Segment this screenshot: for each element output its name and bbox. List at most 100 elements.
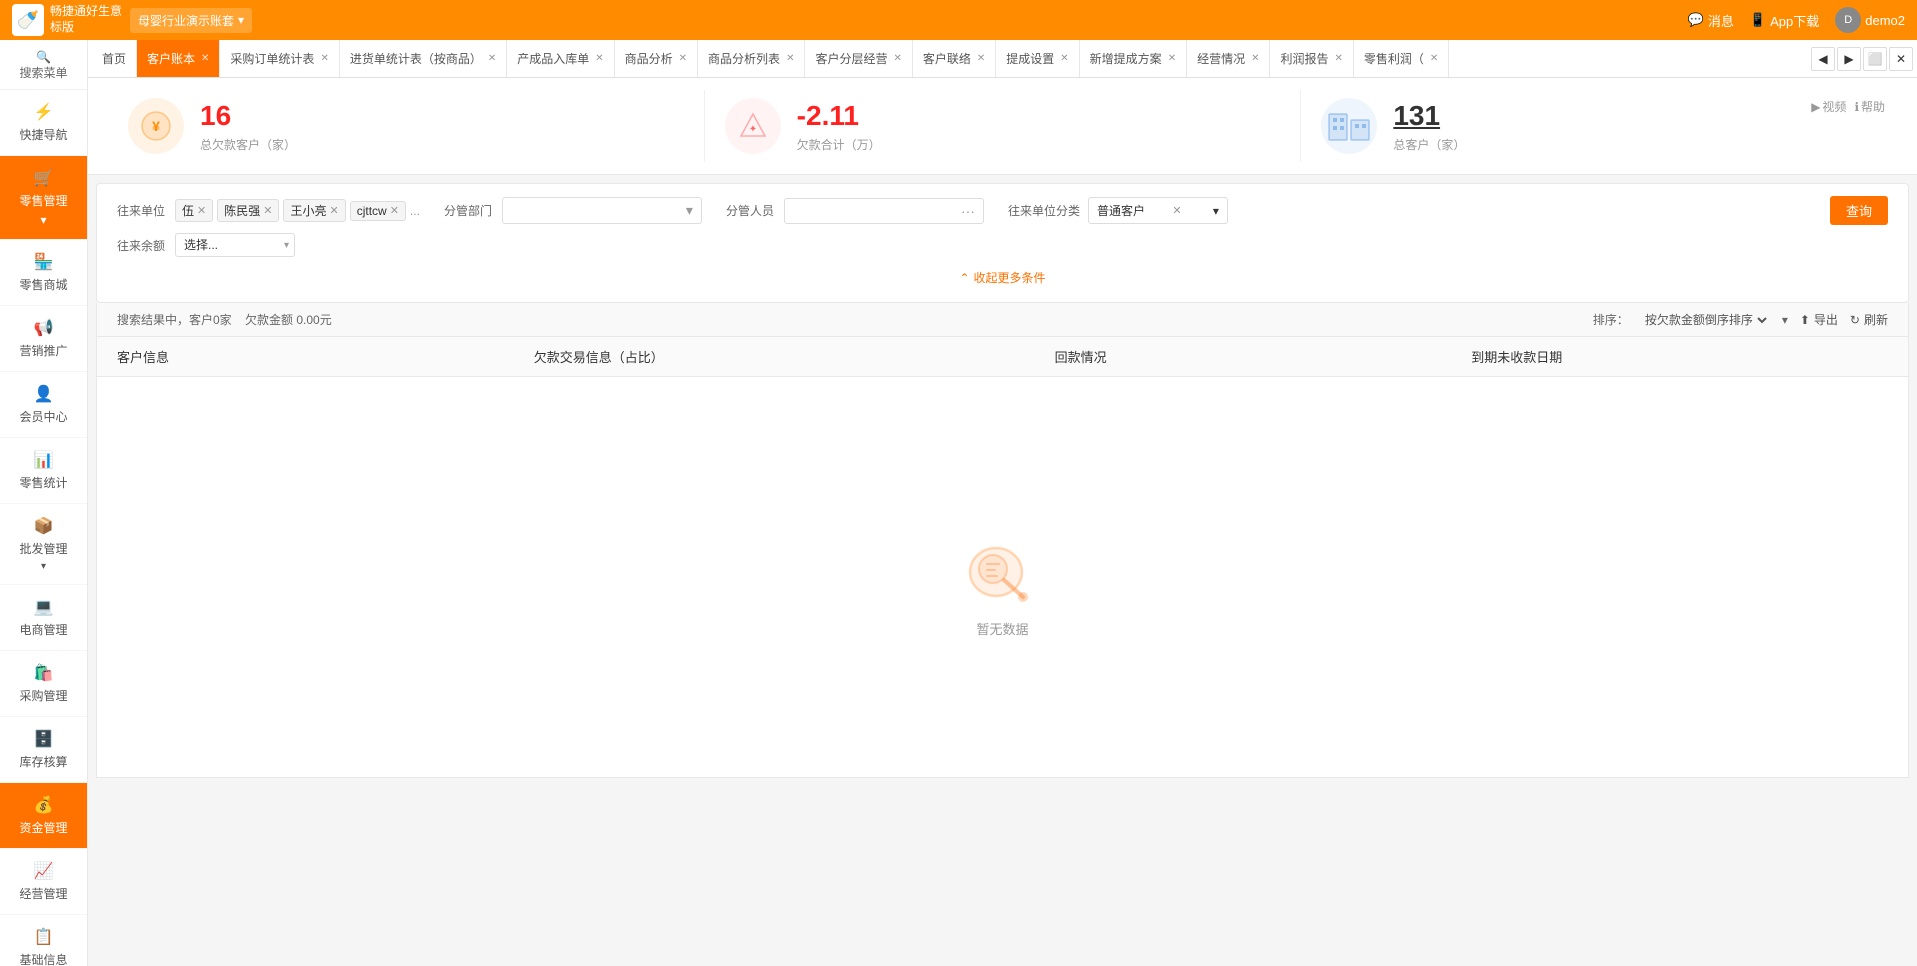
top-bar: 🍼 畅捷通好生意 标版 母婴行业演示账套 ▾ 💬 消息 📱 App下载 D de… — [0, 0, 1917, 40]
table-container: 客户信息 欠款交易信息（占比） 回款情况 到期未收款日期 — [96, 337, 1909, 778]
help-icon: ℹ — [1854, 100, 1859, 114]
table-body: 暂无数据 — [97, 377, 1908, 777]
dept-input[interactable]: ▾ — [502, 197, 702, 224]
sidebar-item-basic-info[interactable]: 📋 基础信息 — [0, 915, 87, 966]
stat-overdue-customers: ¥ 16 总欠款客户（家） — [108, 90, 705, 162]
unit-class-dropdown[interactable]: ▾ — [1213, 204, 1219, 218]
stats-row: ¥ 16 总欠款客户（家） ✦ — [88, 78, 1917, 175]
sidebar-item-purchase[interactable]: 🛍️ 采购管理 — [0, 651, 87, 717]
close-icon[interactable]: ✕ — [1430, 53, 1438, 64]
logo-icon: 🍼 — [12, 4, 44, 36]
close-icon[interactable]: ✕ — [488, 53, 496, 64]
search-icon: 🔍 — [36, 50, 51, 64]
person-dots[interactable]: ··· — [961, 203, 975, 219]
sidebar-item-member-center[interactable]: 👤 会员中心 — [0, 372, 87, 438]
close-icon[interactable]: ✕ — [201, 53, 209, 64]
tab-product-analysis-list[interactable]: 商品分析列表 ✕ — [698, 40, 805, 78]
collapse-button[interactable]: ⌃ 收起更多条件 — [955, 265, 1049, 290]
person-label: 分管人员 — [726, 202, 776, 219]
collapse-icon: ⌃ — [959, 271, 969, 285]
unit-tag-close-2[interactable]: ✕ — [329, 204, 338, 217]
sidebar-item-retail-mall[interactable]: 🏪 零售商城 — [0, 240, 87, 306]
marketing-icon: 📢 — [34, 318, 54, 338]
th-due-date: 到期未收款日期 — [1471, 347, 1888, 366]
sidebar-item-operations[interactable]: 📈 经营管理 — [0, 849, 87, 915]
close-icon[interactable]: ✕ — [1060, 53, 1068, 64]
unit-class-input[interactable]: 普通客户 ✕ ▾ — [1088, 197, 1228, 224]
sidebar-item-retail-stats[interactable]: 📊 零售统计 — [0, 438, 87, 504]
tab-next-button[interactable]: ▶ — [1837, 47, 1861, 71]
stat-overdue-amount: ✦ -2.11 欠款合计（万） — [705, 90, 1302, 162]
sidebar-search[interactable]: 🔍 搜索菜单 — [0, 40, 87, 90]
unit-tag-close-3[interactable]: ✕ — [390, 204, 399, 217]
unit-more-button[interactable]: ... — [410, 204, 420, 218]
sort-select[interactable]: 按欠款金额倒序排序 — [1641, 312, 1770, 328]
tab-prev-button[interactable]: ◀ — [1811, 47, 1835, 71]
stats-icon: 📊 — [34, 450, 54, 470]
close-icon[interactable]: ✕ — [977, 53, 985, 64]
close-icon[interactable]: ✕ — [595, 53, 603, 64]
refresh-icon: ↻ — [1850, 313, 1860, 327]
unit-tag-close-1[interactable]: ✕ — [263, 204, 272, 217]
sidebar-item-marketing[interactable]: 📢 营销推广 — [0, 306, 87, 372]
dept-dots[interactable]: ▾ — [686, 202, 693, 219]
balance-select[interactable]: 选择... — [175, 233, 295, 257]
unit-tag-0: 伍 ✕ — [175, 199, 213, 222]
tab-close-all-button[interactable]: ✕ — [1889, 47, 1913, 71]
video-button[interactable]: ▶ 视频 — [1811, 98, 1846, 115]
help-button[interactable]: ℹ 帮助 — [1854, 98, 1885, 115]
unit-class-tag-close[interactable]: ✕ — [1172, 204, 1181, 217]
tab-profit-report[interactable]: 利润报告 ✕ — [1270, 40, 1353, 78]
sidebar-item-ecommerce[interactable]: 💻 电商管理 — [0, 585, 87, 651]
filter-row-balance: 往来余额 选择... — [117, 233, 1888, 257]
refresh-button[interactable]: ↻ 刷新 — [1850, 311, 1888, 328]
tab-product-inbound[interactable]: 产成品入库单 ✕ — [507, 40, 614, 78]
tab-inbound-stats[interactable]: 进货单统计表（按商品） ✕ — [340, 40, 507, 78]
close-icon[interactable]: ✕ — [1335, 53, 1343, 64]
sidebar-item-retail-mgmt[interactable]: 🛒 零售管理 ▾ — [0, 156, 87, 240]
export-button[interactable]: ⬆ 导出 — [1800, 311, 1838, 328]
wholesale-icon: 📦 — [34, 516, 54, 536]
tab-maximize-button[interactable]: ⬜ — [1863, 47, 1887, 71]
sidebar-item-wholesale[interactable]: 📦 批发管理 — [0, 504, 87, 585]
person-input[interactable]: ··· — [784, 198, 984, 224]
message-button[interactable]: 💬 消息 — [1688, 11, 1734, 30]
tab-new-reminder[interactable]: 新增提成方案 ✕ — [1080, 40, 1187, 78]
overdue-amount-value: -2.11 — [797, 99, 881, 133]
result-actions: 排序： 按欠款金额倒序排序 ▾ ⬆ 导出 ↻ 刷新 — [1593, 311, 1888, 328]
tab-retail-profit[interactable]: 零售利润（ ✕ — [1354, 40, 1449, 78]
close-icon[interactable]: ✕ — [320, 53, 328, 64]
unit-label: 往来单位 — [117, 202, 167, 219]
app-download-button[interactable]: 📱 App下载 — [1750, 11, 1819, 30]
sidebar-item-inventory[interactable]: 🗄️ 库存核算 — [0, 717, 87, 783]
overdue-customers-label: 总欠款客户（家） — [200, 136, 296, 153]
stat-total-customers-info: 131 总客户（家） — [1393, 99, 1465, 154]
unit-tag-close-0[interactable]: ✕ — [197, 204, 206, 217]
result-bar: 搜索结果中，客户0家 欠款金额 0.00元 排序： 按欠款金额倒序排序 ▾ ⬆ … — [96, 303, 1909, 337]
sidebar-item-finance[interactable]: 💰 资金管理 — [0, 783, 87, 849]
tab-customer-segmentation[interactable]: 客户分层经营 ✕ — [805, 40, 912, 78]
total-customers-label: 总客户（家） — [1393, 136, 1465, 153]
tab-customer-ledger[interactable]: 客户账本 ✕ — [137, 40, 220, 78]
tab-operations-status[interactable]: 经营情况 ✕ — [1187, 40, 1270, 78]
close-icon[interactable]: ✕ — [1251, 53, 1259, 64]
chevron-down-icon: ▾ — [238, 13, 244, 27]
avatar: D — [1835, 7, 1861, 33]
user-avatar-area[interactable]: D demo2 — [1835, 7, 1905, 33]
tab-customer-contact[interactable]: 客户联络 ✕ — [913, 40, 996, 78]
ecommerce-icon: 💻 — [34, 597, 54, 617]
tab-reminder-settings[interactable]: 提成设置 ✕ — [996, 40, 1079, 78]
tab-purchase-order-stats[interactable]: 采购订单统计表 ✕ — [220, 40, 339, 78]
tab-home[interactable]: 首页 — [92, 40, 137, 78]
company-selector[interactable]: 母婴行业演示账套 ▾ — [130, 8, 252, 33]
sidebar-item-quick-nav[interactable]: ⚡ 快捷导航 — [0, 90, 87, 156]
close-icon[interactable]: ✕ — [1168, 53, 1176, 64]
close-icon[interactable]: ✕ — [786, 53, 794, 64]
download-icon: 📱 — [1750, 12, 1766, 28]
quick-nav-icon: ⚡ — [34, 102, 54, 122]
close-icon[interactable]: ✕ — [893, 53, 901, 64]
stat-card-actions: ▶ 视频 ℹ 帮助 — [1811, 98, 1885, 115]
tab-product-analysis[interactable]: 商品分析 ✕ — [615, 40, 698, 78]
query-button[interactable]: 查询 — [1830, 196, 1888, 225]
close-icon[interactable]: ✕ — [679, 53, 687, 64]
